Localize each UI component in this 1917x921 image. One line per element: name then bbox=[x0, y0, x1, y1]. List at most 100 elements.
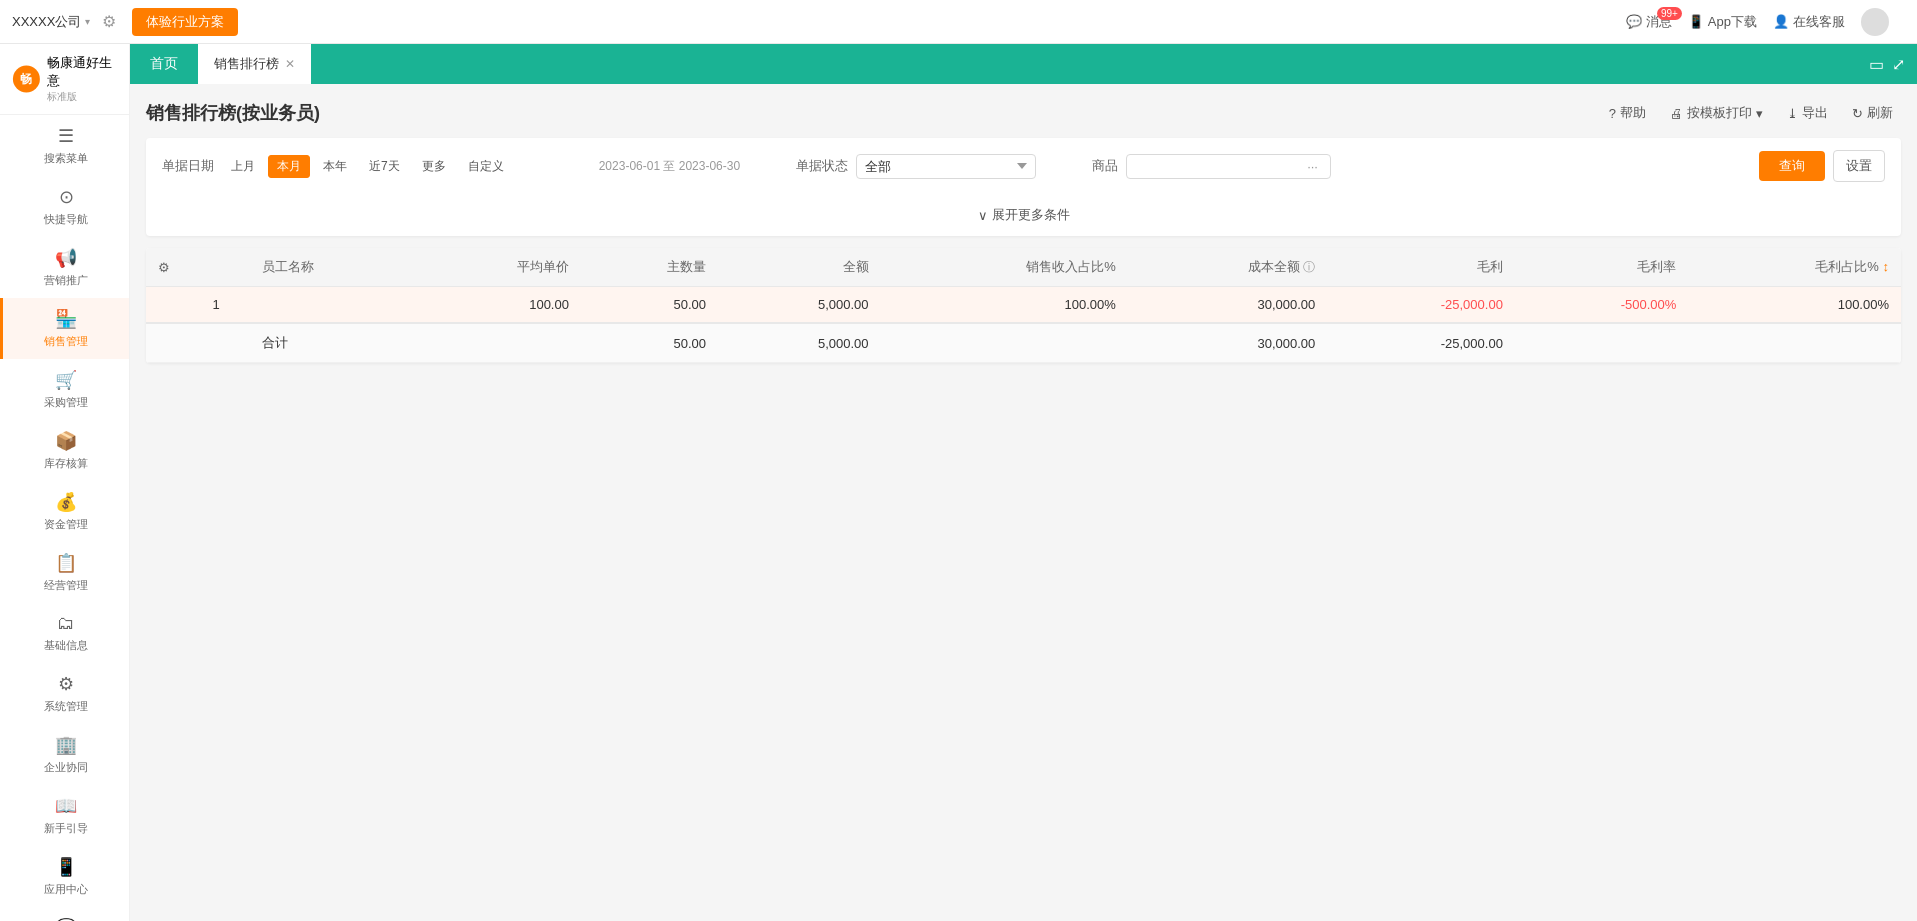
sidebar-item-basic-info-label: 基础信息 bbox=[44, 638, 88, 653]
online-service-btn[interactable]: 👤 在线客服 bbox=[1773, 13, 1845, 31]
status-filter-field: 单据状态 全部 待审核 已审核 已作废 bbox=[796, 154, 1036, 179]
search-order-icon: ☰ bbox=[58, 125, 74, 147]
refresh-icon: ↻ bbox=[1852, 106, 1863, 121]
print-btn[interactable]: 🖨 按模板打印 ▾ bbox=[1662, 100, 1771, 126]
tab-sales-ranking[interactable]: 销售排行榜 ✕ bbox=[198, 44, 311, 84]
sidebar-item-search-order[interactable]: ☰ 搜索菜单 bbox=[0, 115, 129, 176]
sidebar-item-sales[interactable]: 🏪 销售管理 bbox=[0, 298, 129, 359]
date-filter-field: 单据日期 上月 本月 本年 近7天 更多 自定义 bbox=[162, 155, 513, 178]
refresh-btn[interactable]: ↻ 刷新 bbox=[1844, 100, 1901, 126]
message-btn[interactable]: 💬 消息 99+ bbox=[1626, 13, 1672, 31]
sidebar-item-guide[interactable]: 📖 新手引导 bbox=[0, 785, 129, 846]
sidebar-item-inventory[interactable]: 📦 库存核算 bbox=[0, 420, 129, 481]
cell-cost-amount: 30,000.00 bbox=[1128, 287, 1327, 324]
th-gross-ratio: 毛利占比% ↕ bbox=[1688, 248, 1901, 287]
gear-icon[interactable]: ⚙ bbox=[102, 12, 116, 31]
sidebar-item-quick-nav[interactable]: ⊙ 快捷导航 bbox=[0, 176, 129, 237]
sidebar-item-app-center[interactable]: 📱 应用中心 bbox=[0, 846, 129, 907]
goods-input-wrap: ··· bbox=[1126, 154, 1331, 179]
th-sales-ratio: 销售收入占比% bbox=[881, 248, 1128, 287]
prev-month-btn[interactable]: 上月 bbox=[222, 155, 264, 178]
goods-filter-label: 商品 bbox=[1092, 157, 1118, 175]
sidebar-item-basic-info[interactable]: 🗂 基础信息 bbox=[0, 603, 129, 663]
help-btn[interactable]: ? 帮助 bbox=[1601, 100, 1654, 126]
guide-icon: 📖 bbox=[55, 795, 77, 817]
sidebar-item-purchase[interactable]: 🛒 采购管理 bbox=[0, 359, 129, 420]
this-year-btn[interactable]: 本年 bbox=[314, 155, 356, 178]
page-header: 销售排行榜(按业务员) ? 帮助 🖨 按模板打印 ▾ ⤓ 导出 bbox=[146, 100, 1901, 126]
more-date-btn[interactable]: 更多 bbox=[413, 155, 455, 178]
sales-icon: 🏪 bbox=[55, 308, 77, 330]
export-btn[interactable]: ⤓ 导出 bbox=[1779, 100, 1836, 126]
footer-avg-price bbox=[415, 323, 580, 363]
goods-input[interactable] bbox=[1135, 159, 1303, 174]
tab-minimize-icon[interactable]: ▭ bbox=[1869, 55, 1884, 74]
help-icon: ? bbox=[1609, 106, 1616, 121]
sidebar-item-marketing[interactable]: 📢 营销推广 bbox=[0, 237, 129, 298]
th-main-qty: 主数量 bbox=[581, 248, 718, 287]
sidebar-item-inventory-label: 库存核算 bbox=[44, 456, 88, 471]
export-icon: ⤓ bbox=[1787, 106, 1798, 121]
cell-settings bbox=[146, 287, 182, 324]
footer-gross-margin bbox=[1515, 323, 1688, 363]
date-filter-label: 单据日期 bbox=[162, 157, 214, 175]
goods-more-icon[interactable]: ··· bbox=[1303, 159, 1322, 174]
this-month-btn[interactable]: 本月 bbox=[268, 155, 310, 178]
cost-info-icon[interactable]: ⓘ bbox=[1303, 260, 1315, 274]
tab-close-icon[interactable]: ✕ bbox=[285, 57, 295, 71]
print-chevron-icon: ▾ bbox=[1756, 106, 1763, 121]
marketing-icon: 📢 bbox=[55, 247, 77, 269]
service-icon: 👤 bbox=[1773, 14, 1789, 29]
cell-rank: 1 bbox=[182, 287, 250, 324]
sidebar-item-system[interactable]: ⚙ 系统管理 bbox=[0, 663, 129, 724]
sort-icon[interactable]: ↕ bbox=[1883, 259, 1890, 274]
footer-row: 合计 50.00 5,000.00 30,000.00 -25,000.00 bbox=[146, 323, 1901, 363]
cell-employee bbox=[250, 287, 415, 324]
filter-card: 单据日期 上月 本月 本年 近7天 更多 自定义 2023-06-01 至 20… bbox=[146, 138, 1901, 236]
tab-bar-right: ▭ ⤢ bbox=[1869, 55, 1917, 74]
settings-col-icon[interactable]: ⚙ bbox=[158, 260, 170, 275]
avatar[interactable] bbox=[1861, 8, 1889, 36]
cell-gross-profit: -25,000.00 bbox=[1327, 287, 1515, 324]
logo-text-wrap: 畅康通好生意 标准版 bbox=[47, 54, 117, 104]
query-btn[interactable]: 查询 bbox=[1759, 151, 1825, 181]
tab-expand-icon[interactable]: ⤢ bbox=[1892, 55, 1905, 74]
th-amount: 全额 bbox=[718, 248, 880, 287]
th-cost-amount: 成本全额 ⓘ bbox=[1128, 248, 1327, 287]
sidebar-item-purchase-label: 采购管理 bbox=[44, 395, 88, 410]
company-name: XXXXX公司 bbox=[12, 13, 81, 31]
sidebar-item-search-order-label: 搜索菜单 bbox=[44, 151, 88, 166]
expand-conditions-btn[interactable]: ∨ 展开更多条件 bbox=[978, 206, 1070, 224]
th-gross-margin: 毛利率 bbox=[1515, 248, 1688, 287]
th-gross-profit: 毛利 bbox=[1327, 248, 1515, 287]
print-icon: 🖨 bbox=[1670, 106, 1683, 121]
tab-bar: 首页 销售排行榜 ✕ ▭ ⤢ bbox=[130, 44, 1917, 84]
tab-home[interactable]: 首页 bbox=[130, 44, 198, 84]
message-badge: 99+ bbox=[1657, 7, 1682, 20]
app-download-btn[interactable]: 📱 App下载 bbox=[1688, 13, 1757, 31]
wechat-icon: 💬 bbox=[55, 917, 77, 921]
table-footer: 合计 50.00 5,000.00 30,000.00 -25,000.00 bbox=[146, 323, 1901, 363]
message-icon: 💬 bbox=[1626, 14, 1642, 29]
company-selector[interactable]: XXXXX公司 ▾ bbox=[12, 13, 90, 31]
sidebar-item-finance[interactable]: 💰 资金管理 bbox=[0, 481, 129, 542]
status-select[interactable]: 全部 待审核 已审核 已作废 bbox=[856, 154, 1036, 179]
last-7days-btn[interactable]: 近7天 bbox=[360, 155, 409, 178]
trial-btn[interactable]: 体验行业方案 bbox=[132, 8, 238, 36]
sidebar-item-wechat[interactable]: 💬 企业微信 bbox=[0, 907, 129, 921]
logo-icon: 畅 bbox=[12, 63, 41, 95]
custom-date-btn[interactable]: 自定义 bbox=[459, 155, 513, 178]
sidebar-item-enterprise[interactable]: 🏢 企业协同 bbox=[0, 724, 129, 785]
sidebar-item-system-label: 系统管理 bbox=[44, 699, 88, 714]
date-range-display: 2023-06-01 至 2023-06-30 bbox=[529, 158, 740, 175]
th-avg-price: 平均单价 bbox=[415, 248, 580, 287]
refresh-label: 刷新 bbox=[1867, 104, 1893, 122]
cell-amount: 5,000.00 bbox=[718, 287, 880, 324]
sidebar-item-sales-label: 销售管理 bbox=[44, 334, 88, 349]
settings-btn[interactable]: 设置 bbox=[1833, 150, 1885, 182]
date-range-text: 2023-06-01 至 2023-06-30 bbox=[599, 159, 740, 173]
export-label: 导出 bbox=[1802, 104, 1828, 122]
help-label: 帮助 bbox=[1620, 104, 1646, 122]
cell-gross-margin: -500.00% bbox=[1515, 287, 1688, 324]
sidebar-item-operation[interactable]: 📋 经营管理 bbox=[0, 542, 129, 603]
